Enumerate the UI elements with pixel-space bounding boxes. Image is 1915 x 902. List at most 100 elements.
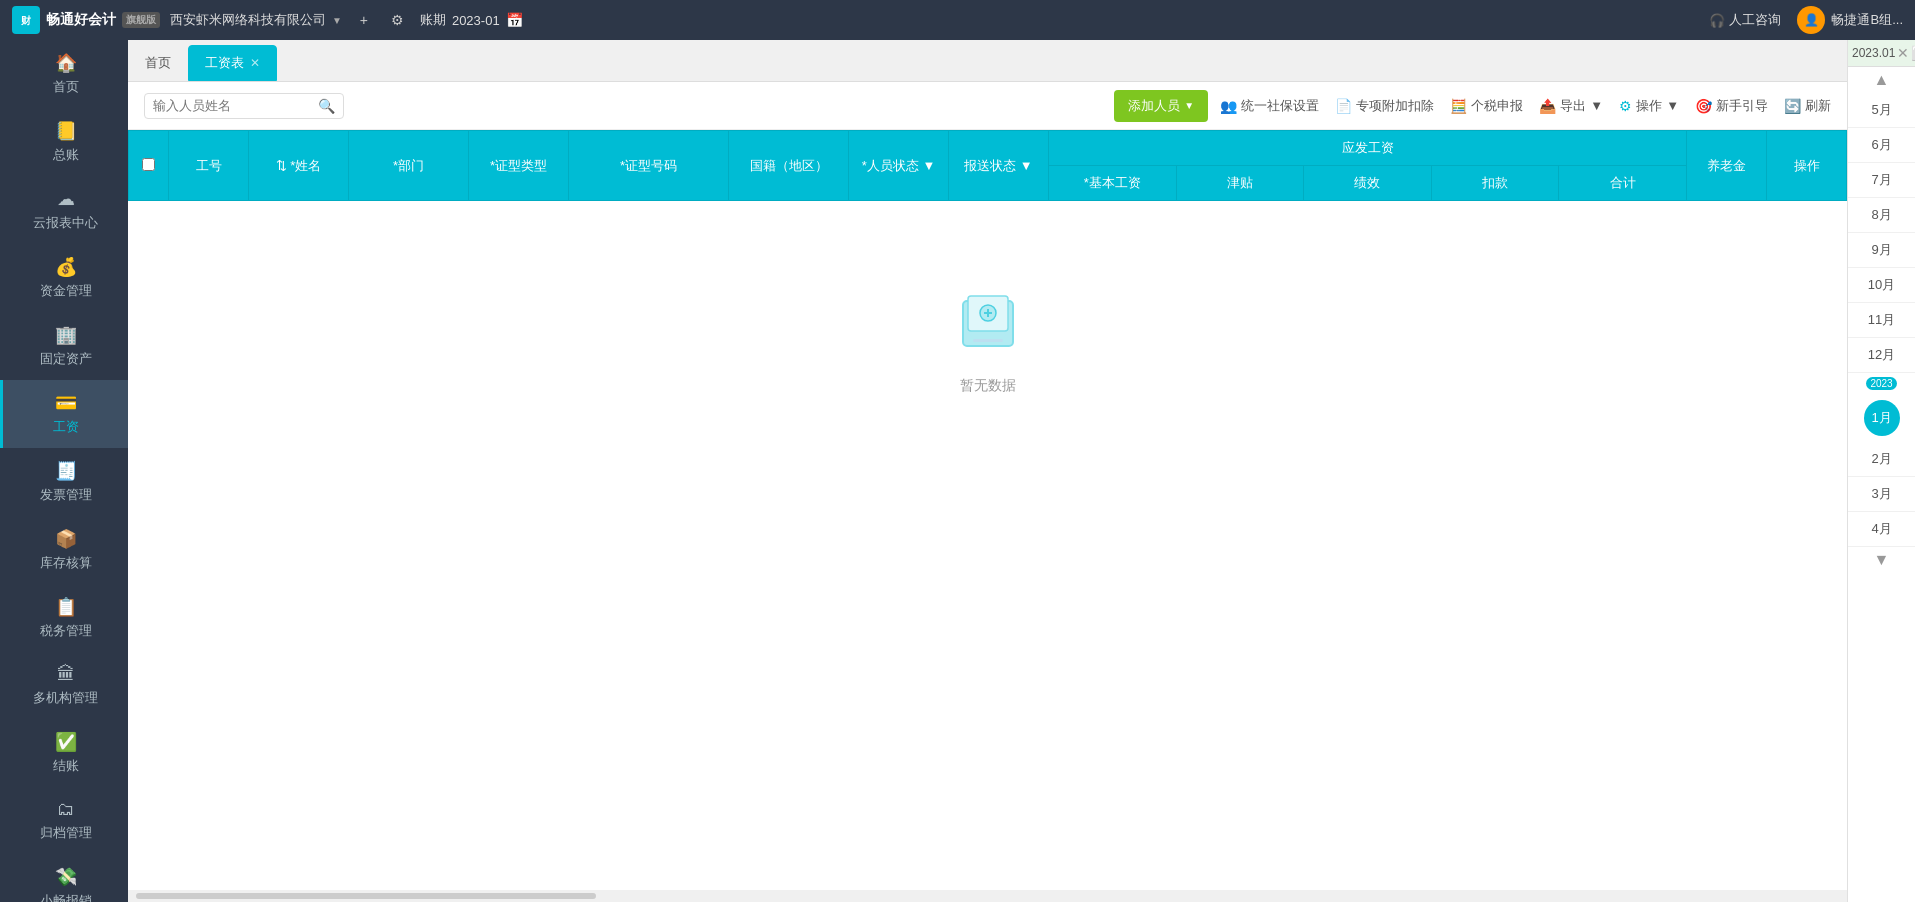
- calendar-icon[interactable]: 📅: [506, 12, 523, 28]
- operations-arrow: ▼: [1666, 98, 1679, 113]
- th-checkbox[interactable]: [129, 131, 169, 201]
- th-performance: 绩效: [1304, 166, 1432, 201]
- home-icon: 🏠: [55, 52, 77, 74]
- sidebar-item-assets[interactable]: 🏢 固定资产: [0, 312, 128, 380]
- toolbar: 🔍 添加人员 ▼ 👥 统一社保设置 📄 专项附加扣除: [128, 82, 1847, 130]
- sidebar-label-assets: 固定资产: [40, 350, 92, 368]
- calendar-month-2023-01[interactable]: 1月: [1864, 400, 1900, 436]
- search-box[interactable]: 🔍: [144, 93, 344, 119]
- sidebar-label-home: 首页: [53, 78, 79, 96]
- export-arrow: ▼: [1590, 98, 1603, 113]
- tab-bar: 首页 工资表 ✕: [128, 40, 1847, 82]
- multi-org-icon: 🏛: [57, 664, 75, 685]
- calendar-month-2022-06[interactable]: 6月: [1848, 128, 1915, 163]
- calendar-month-2023-03[interactable]: 3月: [1848, 477, 1915, 512]
- support-label: 人工咨询: [1729, 11, 1781, 29]
- th-total: 合计: [1559, 166, 1687, 201]
- table-header-row: 工号 ⇅ *姓名 *部门 *证型类型: [129, 131, 1847, 166]
- panel-expand-button[interactable]: ⬜: [1911, 46, 1915, 60]
- personal-tax-icon: 🧮: [1450, 98, 1467, 114]
- tax-icon: 📋: [55, 596, 77, 618]
- th-report-status[interactable]: 报送状态 ▼: [949, 131, 1049, 201]
- operations-button[interactable]: ⚙ 操作 ▼: [1619, 97, 1679, 115]
- app-title: 畅通好会计: [46, 11, 116, 29]
- refresh-button[interactable]: 🔄 刷新: [1784, 97, 1831, 115]
- calendar-month-2022-12[interactable]: 12月: [1848, 338, 1915, 373]
- tab-salary-table[interactable]: 工资表 ✕: [188, 45, 277, 81]
- sidebar-label-inventory: 库存核算: [40, 554, 92, 572]
- sidebar-item-closing[interactable]: ✅ 结账: [0, 719, 128, 787]
- add-employee-button[interactable]: 添加人员 ▼: [1114, 90, 1208, 122]
- sidebar-label-ledger: 总账: [53, 146, 79, 164]
- th-status[interactable]: *人员状态 ▼: [849, 131, 949, 201]
- special-deduct-button[interactable]: 📄 专项附加扣除: [1335, 97, 1434, 115]
- special-deduct-label: 专项附加扣除: [1356, 97, 1434, 115]
- panel-close-button[interactable]: ✕: [1897, 46, 1909, 60]
- select-all-checkbox[interactable]: [142, 158, 155, 171]
- svg-rect-8: [973, 339, 1003, 342]
- main-layout: 🏠 首页 📒 总账 ☁ 云报表中心 💰 资金管理 🏢 固定资产 💳 工资 🧾 发…: [0, 40, 1915, 902]
- period-value: 2023-01: [452, 13, 500, 28]
- guide-button[interactable]: 🎯 新手引导: [1695, 97, 1768, 115]
- sidebar-item-home[interactable]: 🏠 首页: [0, 40, 128, 108]
- export-button[interactable]: 📤 导出 ▼: [1539, 97, 1603, 115]
- expense-icon: 💸: [55, 866, 77, 888]
- calendar-down-arrow[interactable]: ▼: [1848, 547, 1915, 573]
- operations-icon: ⚙: [1619, 98, 1632, 114]
- th-operations: 操作: [1767, 131, 1847, 201]
- sidebar-item-tax[interactable]: 📋 税务管理: [0, 584, 128, 652]
- header-left: 财 畅通好会计 旗舰版 西安虾米网络科技有限公司 ▼ + ⚙ 账期 2023-0…: [12, 6, 523, 34]
- scrollbar-area[interactable]: [128, 890, 1847, 902]
- add-company-button[interactable]: +: [352, 8, 376, 32]
- calendar-month-2023-02[interactable]: 2月: [1848, 442, 1915, 477]
- calendar-month-2022-05[interactable]: 5月: [1848, 93, 1915, 128]
- calendar-up-arrow[interactable]: ▲: [1848, 67, 1915, 93]
- active-month-container: 1月: [1848, 394, 1915, 442]
- tab-home[interactable]: 首页: [128, 45, 188, 81]
- sidebar-label-invoice: 发票管理: [40, 486, 92, 504]
- settings-button[interactable]: ⚙: [386, 8, 410, 32]
- export-icon: 📤: [1539, 98, 1556, 114]
- company-name: 西安虾米网络科技有限公司: [170, 11, 326, 29]
- user-area[interactable]: 👤 畅捷通B组...: [1797, 6, 1903, 34]
- sidebar-item-ledger[interactable]: 📒 总账: [0, 108, 128, 176]
- support-button[interactable]: 🎧 人工咨询: [1709, 11, 1781, 29]
- sidebar-label-fund: 资金管理: [40, 282, 92, 300]
- search-input[interactable]: [153, 98, 312, 113]
- th-bonus: 津贴: [1176, 166, 1304, 201]
- sidebar-label-closing: 结账: [53, 757, 79, 775]
- personal-tax-button[interactable]: 🧮 个税申报: [1450, 97, 1523, 115]
- sidebar-item-archive[interactable]: 🗂 归档管理: [0, 787, 128, 854]
- sidebar-item-fund[interactable]: 💰 资金管理: [0, 244, 128, 312]
- calendar-month-2023-04[interactable]: 4月: [1848, 512, 1915, 547]
- calendar-month-2022-09[interactable]: 9月: [1848, 233, 1915, 268]
- th-pension: 养老金: [1687, 131, 1767, 201]
- sidebar-item-expense[interactable]: 💸 小畅报销: [0, 854, 128, 902]
- social-security-button[interactable]: 👥 统一社保设置: [1220, 97, 1319, 115]
- horizontal-scrollbar[interactable]: [136, 893, 596, 899]
- user-name: 畅捷通B组...: [1831, 11, 1903, 29]
- sidebar-item-multi-org[interactable]: 🏛 多机构管理: [0, 652, 128, 719]
- guide-toolbar-icon: 🎯: [1695, 98, 1712, 114]
- th-id-num: *证型号码: [569, 131, 729, 201]
- calendar-month-2022-11[interactable]: 11月: [1848, 303, 1915, 338]
- panel-title: 2023.01: [1852, 46, 1895, 60]
- right-panel: 2023.01 ✕ ⬜ ▲ 5月 6月 7月 8月 9月 10月 11月 12月…: [1847, 40, 1915, 902]
- calendar-month-2022-07[interactable]: 7月: [1848, 163, 1915, 198]
- invoice-icon: 🧾: [55, 460, 77, 482]
- sidebar-item-salary[interactable]: 💳 工资: [0, 380, 128, 448]
- company-selector[interactable]: 西安虾米网络科技有限公司 ▼: [170, 11, 342, 29]
- calendar-month-2022-08[interactable]: 8月: [1848, 198, 1915, 233]
- svg-text:财: 财: [20, 15, 32, 26]
- add-employee-label: 添加人员: [1128, 97, 1180, 115]
- sidebar-item-invoice[interactable]: 🧾 发票管理: [0, 448, 128, 516]
- export-label: 导出: [1560, 97, 1586, 115]
- calendar-month-2022-10[interactable]: 10月: [1848, 268, 1915, 303]
- sidebar-item-cloud-report[interactable]: ☁ 云报表中心: [0, 176, 128, 244]
- social-security-icon: 👥: [1220, 98, 1237, 114]
- toolbar-actions: 👥 统一社保设置 📄 专项附加扣除 🧮 个税申报 📤 导出 ▼: [1220, 97, 1831, 115]
- tab-close-button[interactable]: ✕: [250, 56, 260, 70]
- company-dropdown-arrow[interactable]: ▼: [332, 15, 342, 26]
- header-right: 🎧 人工咨询 👤 畅捷通B组...: [1709, 6, 1903, 34]
- sidebar-item-inventory[interactable]: 📦 库存核算: [0, 516, 128, 584]
